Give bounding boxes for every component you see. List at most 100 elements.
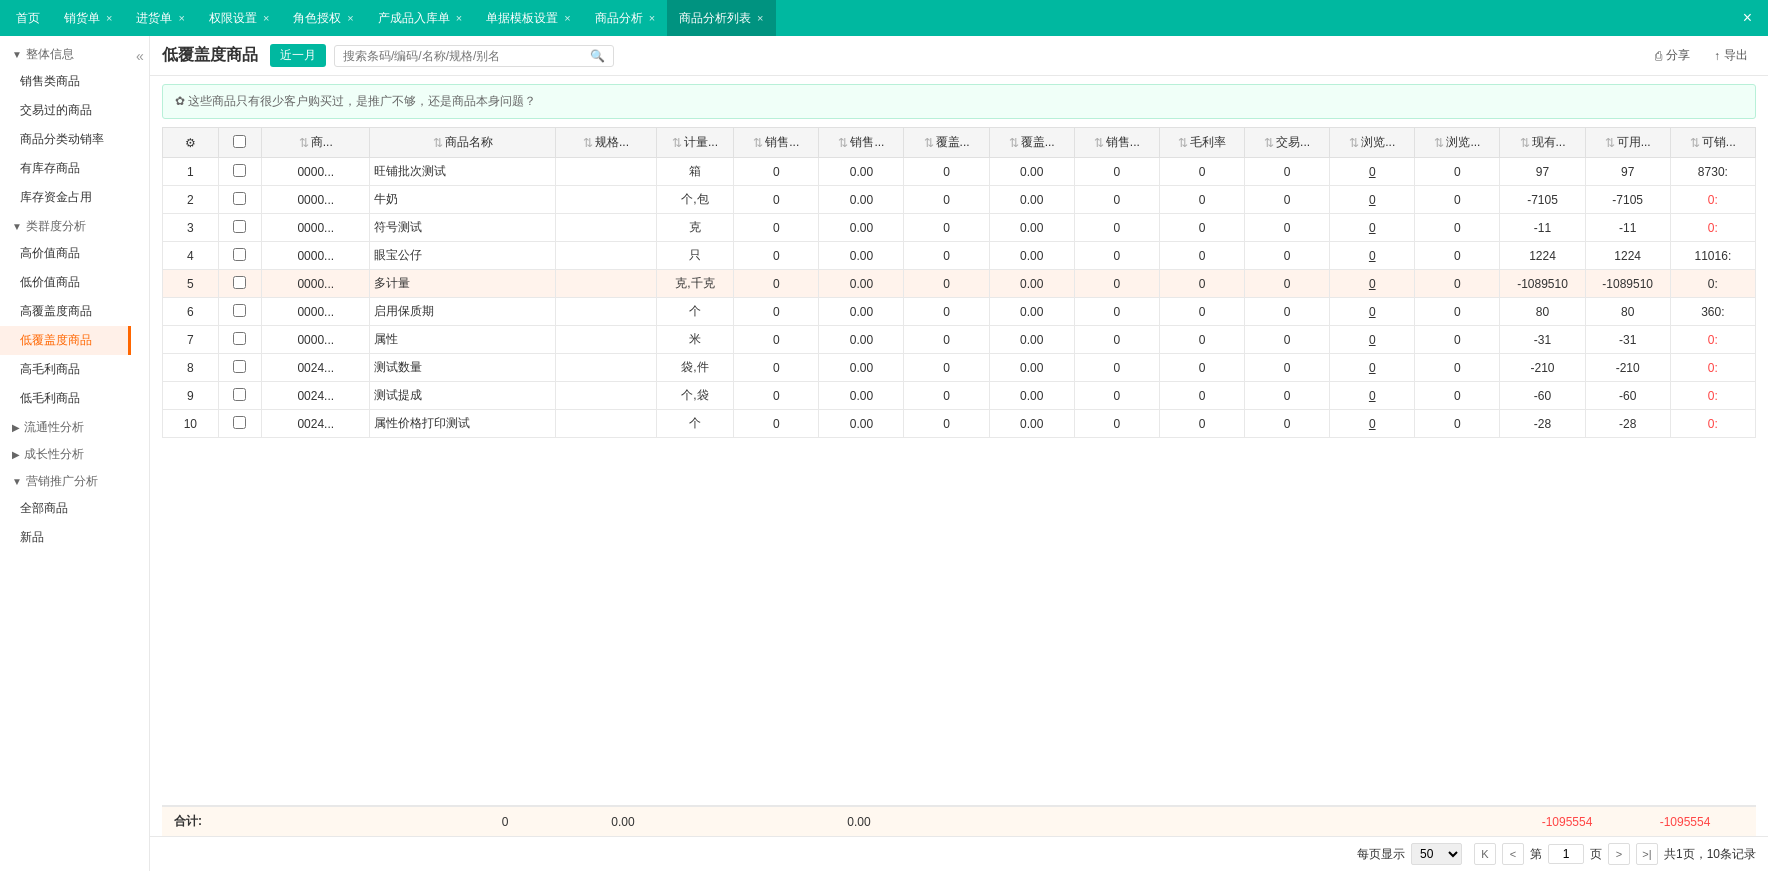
cell-sellable: 0: (1670, 214, 1755, 242)
sidebar-collapse-button[interactable]: « (131, 40, 149, 64)
browse1-link[interactable]: 0 (1369, 417, 1376, 431)
window-close-button[interactable]: × (1731, 0, 1764, 36)
nav-close-analysis-list[interactable]: × (757, 12, 763, 24)
nav-finished-goods[interactable]: 产成品入库单 × (366, 0, 474, 36)
col-header-name[interactable]: ⇅ 商品名称 (370, 128, 556, 158)
row-checkbox[interactable] (233, 332, 246, 345)
col-header-available[interactable]: ⇅ 可用... (1585, 128, 1670, 158)
browse1-link[interactable]: 0 (1369, 333, 1376, 347)
sidebar-item-all-goods[interactable]: 全部商品 (0, 494, 131, 523)
sidebar-group-coverage[interactable]: ▼ 类群度分析 (0, 212, 131, 239)
nav-template-settings[interactable]: 单据模板设置 × (474, 0, 582, 36)
browse1-link[interactable]: 0 (1369, 389, 1376, 403)
search-input[interactable] (343, 49, 590, 63)
cell-sellable: 0: (1670, 270, 1755, 298)
row-checkbox[interactable] (233, 304, 246, 317)
cell-checkbox (218, 354, 261, 382)
col-header-sales3[interactable]: ⇅ 销售... (1074, 128, 1159, 158)
sidebar-item-new-goods[interactable]: 新品 (0, 523, 131, 552)
page-number-input[interactable] (1548, 844, 1584, 864)
sidebar-item-category-turnover[interactable]: 商品分类动销率 (0, 125, 131, 154)
browse1-link[interactable]: 0 (1369, 165, 1376, 179)
sidebar-item-low-coverage[interactable]: 低覆盖度商品 (0, 326, 131, 355)
browse1-link[interactable]: 0 (1369, 361, 1376, 375)
cell-spec (556, 326, 657, 354)
row-checkbox[interactable] (233, 416, 246, 429)
per-page-select[interactable]: 50 20 100 (1411, 843, 1462, 865)
nav-close-template[interactable]: × (564, 12, 570, 24)
share-button[interactable]: ⎙ 分享 (1647, 44, 1698, 67)
col-header-cover2[interactable]: ⇅ 覆盖... (989, 128, 1074, 158)
nav-close-finished-goods[interactable]: × (456, 12, 462, 24)
period-button[interactable]: 近一月 (270, 44, 326, 67)
row-checkbox[interactable] (233, 248, 246, 261)
sidebar-item-low-value[interactable]: 低价值商品 (0, 268, 131, 297)
cell-index: 6 (163, 298, 219, 326)
col-header-sellable[interactable]: ⇅ 可销... (1670, 128, 1755, 158)
sidebar-group-marketing[interactable]: ▼ 营销推广分析 (0, 467, 131, 494)
settings-icon[interactable]: ⚙ (185, 136, 196, 150)
row-checkbox[interactable] (233, 360, 246, 373)
browse1-link[interactable]: 0 (1369, 249, 1376, 263)
last-page-button[interactable]: >| (1636, 843, 1658, 865)
cell-browse2: 0 (1415, 242, 1500, 270)
row-checkbox[interactable] (233, 164, 246, 177)
browse1-link[interactable]: 0 (1369, 193, 1376, 207)
col-header-browse1[interactable]: ⇅ 浏览... (1330, 128, 1415, 158)
footer-col9 (1154, 815, 1272, 829)
col-header-unit[interactable]: ⇅ 计量... (656, 128, 733, 158)
col-header-browse2[interactable]: ⇅ 浏览... (1415, 128, 1500, 158)
row-checkbox[interactable] (233, 276, 246, 289)
nav-product-analysis[interactable]: 商品分析 × (583, 0, 667, 36)
sidebar-group-liquidity[interactable]: ▶ 流通性分析 (0, 413, 131, 440)
row-checkbox[interactable] (233, 388, 246, 401)
nav-product-analysis-list[interactable]: 商品分析列表 × (667, 0, 775, 36)
nav-home[interactable]: 首页 (4, 0, 52, 36)
first-page-button[interactable]: K (1474, 843, 1496, 865)
cell-available: -7105 (1585, 186, 1670, 214)
sidebar-item-stock-capital[interactable]: 库存资金占用 (0, 183, 131, 212)
row-checkbox[interactable] (233, 192, 246, 205)
sidebar-item-sales-goods[interactable]: 销售类商品 (0, 67, 131, 96)
prev-page-button[interactable]: < (1502, 843, 1524, 865)
search-icon[interactable]: 🔍 (590, 49, 605, 63)
nav-sales-order[interactable]: 销货单 × (52, 0, 124, 36)
nav-permission-settings[interactable]: 权限设置 × (197, 0, 281, 36)
cell-checkbox (218, 298, 261, 326)
col-header-cover1[interactable]: ⇅ 覆盖... (904, 128, 989, 158)
nav-close-purchase-order[interactable]: × (178, 12, 184, 24)
col-header-sales-amt[interactable]: ⇅ 销售... (819, 128, 904, 158)
nav-purchase-order[interactable]: 进货单 × (124, 0, 196, 36)
sidebar-item-low-margin[interactable]: 低毛利商品 (0, 384, 131, 413)
nav-close-role-auth[interactable]: × (347, 12, 353, 24)
export-button[interactable]: ↑ 导出 (1706, 44, 1756, 67)
row-checkbox[interactable] (233, 220, 246, 233)
sidebar-item-high-coverage[interactable]: 高覆盖度商品 (0, 297, 131, 326)
sidebar-item-traded-goods[interactable]: 交易过的商品 (0, 96, 131, 125)
col-header-gross-margin[interactable]: ⇅ 毛利率 (1159, 128, 1244, 158)
col-header-code[interactable]: ⇅ 商... (262, 128, 370, 158)
sidebar-item-high-value[interactable]: 高价值商品 (0, 239, 131, 268)
nav-role-auth[interactable]: 角色授权 × (281, 0, 365, 36)
col-header-sales-qty[interactable]: ⇅ 销售... (734, 128, 819, 158)
browse1-link[interactable]: 0 (1369, 221, 1376, 235)
col-header-checkbox (218, 128, 261, 158)
nav-close-permission[interactable]: × (263, 12, 269, 24)
sidebar-item-stocked-goods[interactable]: 有库存商品 (0, 154, 131, 183)
sidebar-item-high-margin[interactable]: 高毛利商品 (0, 355, 131, 384)
nav-close-analysis[interactable]: × (649, 12, 655, 24)
browse1-link[interactable]: 0 (1369, 305, 1376, 319)
cell-spec (556, 298, 657, 326)
next-page-button[interactable]: > (1608, 843, 1630, 865)
col-header-current-stock[interactable]: ⇅ 现有... (1500, 128, 1585, 158)
col-header-trade[interactable]: ⇅ 交易... (1245, 128, 1330, 158)
cell-unit: 只 (656, 242, 733, 270)
cell-index: 3 (163, 214, 219, 242)
nav-close-sales-order[interactable]: × (106, 12, 112, 24)
select-all-checkbox[interactable] (233, 135, 246, 148)
browse1-link[interactable]: 0 (1369, 277, 1376, 291)
sidebar-group-growth[interactable]: ▶ 成长性分析 (0, 440, 131, 467)
sort-icon7: ⇅ (924, 136, 934, 150)
sidebar-group-overall[interactable]: ▼ 整体信息 (0, 40, 131, 67)
col-header-spec[interactable]: ⇅ 规格... (556, 128, 657, 158)
